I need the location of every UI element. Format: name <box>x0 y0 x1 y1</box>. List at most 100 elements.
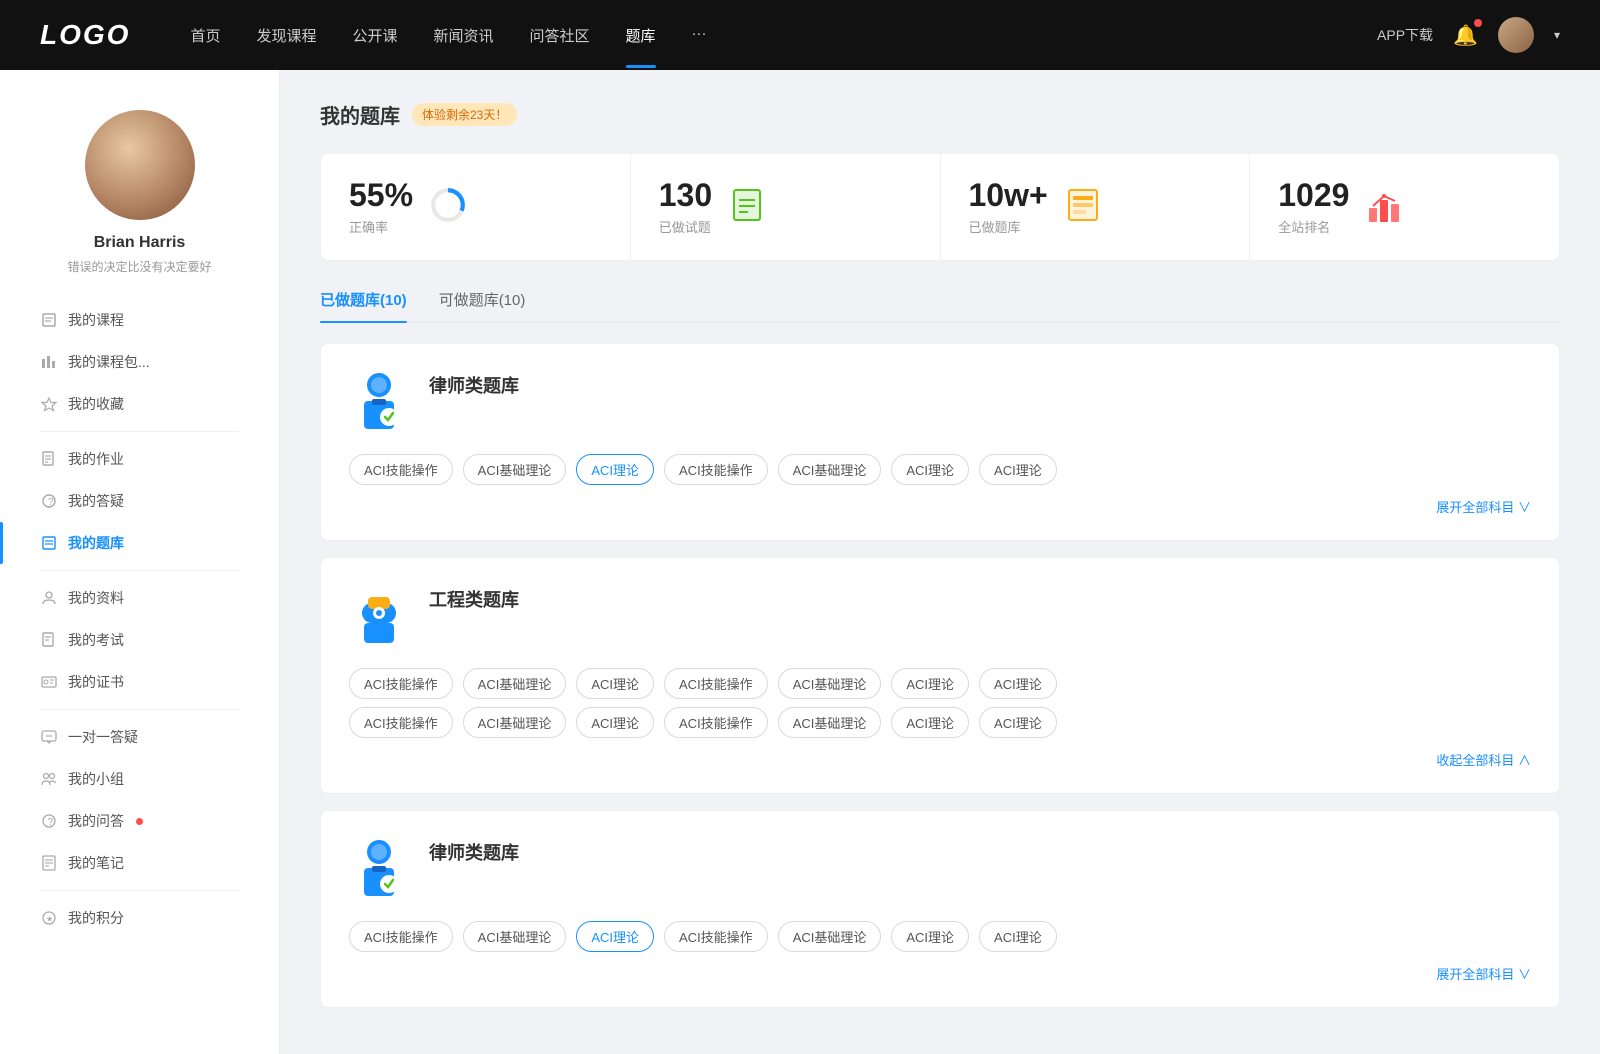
user-avatar-nav[interactable] <box>1498 17 1534 53</box>
sidebar-item-my-group[interactable]: 我的小组 <box>20 758 259 800</box>
tag[interactable]: ACI基础理论 <box>463 921 567 952</box>
nav-qbank[interactable]: 题库 <box>626 25 656 46</box>
sidebar-item-my-courses[interactable]: 我的课程 <box>20 299 259 341</box>
tag[interactable]: ACI技能操作 <box>664 921 768 952</box>
questions-red-dot <box>136 818 143 825</box>
tag[interactable]: ACI基础理论 <box>778 454 882 485</box>
sidebar-label: 我的小组 <box>68 769 124 789</box>
tag[interactable]: ACI理论 <box>891 668 969 699</box>
sidebar-item-my-qbank[interactable]: 我的题库 <box>20 522 259 564</box>
sidebar-item-my-questions[interactable]: ? 我的问答 <box>20 800 259 842</box>
sidebar-item-my-packages[interactable]: 我的课程包... <box>20 341 259 383</box>
sidebar-item-my-favorites[interactable]: 我的收藏 <box>20 383 259 425</box>
tag[interactable]: ACI理论 <box>979 707 1057 738</box>
stat-ranking: 1029 全站排名 <box>1250 154 1559 260</box>
page-body: Brian Harris 错误的决定比没有决定要好 我的课程 我的课程包... … <box>0 70 1600 1054</box>
tag[interactable]: ACI理论 <box>979 668 1057 699</box>
tag[interactable]: ACI技能操作 <box>349 668 453 699</box>
tag[interactable]: ACI技能操作 <box>349 921 453 952</box>
tags-row-lawyer2: ACI技能操作 ACI基础理论 ACI理论 ACI技能操作 ACI基础理论 AC… <box>349 921 1531 952</box>
qbank-header: 律师类题库 <box>349 368 1531 438</box>
qbank-title: 律师类题库 <box>429 835 519 865</box>
sidebar-label: 我的答疑 <box>68 491 124 511</box>
tab-done-banks[interactable]: 已做题库(10) <box>320 289 407 322</box>
collapse-link-engineer1[interactable]: 收起全部科目 ∧ <box>349 746 1531 769</box>
tag[interactable]: ACI理论 <box>891 454 969 485</box>
tag[interactable]: ACI技能操作 <box>664 668 768 699</box>
nav-discover[interactable]: 发现课程 <box>256 25 316 46</box>
sidebar-item-my-homework[interactable]: 我的作业 <box>20 438 259 480</box>
tag[interactable]: ACI基础理论 <box>778 707 882 738</box>
tag[interactable]: ACI理论 <box>979 454 1057 485</box>
sidebar-item-one-on-one[interactable]: 一对一答疑 <box>20 716 259 758</box>
stat-banks: 10w+ 已做题库 <box>941 154 1251 260</box>
sidebar: Brian Harris 错误的决定比没有决定要好 我的课程 我的课程包... … <box>0 70 280 1054</box>
stat-ranking-value: 1029 <box>1278 178 1349 213</box>
avatar-image <box>1498 17 1534 53</box>
nav-news[interactable]: 新闻资讯 <box>434 25 494 46</box>
sidebar-item-my-exam[interactable]: 我的考试 <box>20 619 259 661</box>
tag[interactable]: ACI理论 <box>576 707 654 738</box>
notification-bell[interactable]: 🔔 <box>1453 23 1478 48</box>
sidebar-label: 我的考试 <box>68 630 124 650</box>
avatar-image <box>85 110 195 220</box>
qbank-info: 律师类题库 <box>429 368 519 398</box>
tag[interactable]: ACI技能操作 <box>664 707 768 738</box>
questions-icon: ? <box>40 812 58 830</box>
group-icon <box>40 770 58 788</box>
sidebar-item-my-points[interactable]: ★ 我的积分 <box>20 897 259 939</box>
expand-link-lawyer1[interactable]: 展开全部科目 ∨ <box>349 493 1531 516</box>
stat-questions-label: 已做试题 <box>659 217 712 236</box>
tag[interactable]: ACI基础理论 <box>778 668 882 699</box>
stat-banks-value: 10w+ <box>969 178 1048 213</box>
tag-active[interactable]: ACI理论 <box>576 921 654 952</box>
sidebar-label: 我的课程包... <box>68 352 150 372</box>
tags-row-engineer1-row1: ACI技能操作 ACI基础理论 ACI理论 ACI技能操作 ACI基础理论 AC… <box>349 668 1531 699</box>
sidebar-item-my-notes[interactable]: 我的笔记 <box>20 842 259 884</box>
tags-row-engineer1-row2: ACI技能操作 ACI基础理论 ACI理论 ACI技能操作 ACI基础理论 AC… <box>349 707 1531 738</box>
qbank-title: 律师类题库 <box>429 368 519 398</box>
svg-text:?: ? <box>48 497 54 508</box>
profile-motto: 错误的决定比没有决定要好 <box>67 258 211 275</box>
stat-ranking-label: 全站排名 <box>1278 217 1349 236</box>
packages-icon <box>40 353 58 371</box>
nav-qa[interactable]: 问答社区 <box>530 25 590 46</box>
stat-accuracy-value: 55% <box>349 178 413 213</box>
tag[interactable]: ACI基础理论 <box>463 454 567 485</box>
accuracy-icon <box>429 186 467 229</box>
courses-icon <box>40 311 58 329</box>
stat-questions-value: 130 <box>659 178 712 213</box>
tag[interactable]: ACI技能操作 <box>349 454 453 485</box>
tag[interactable]: ACI理论 <box>576 668 654 699</box>
sidebar-item-my-cert[interactable]: 我的证书 <box>20 661 259 703</box>
tag-active[interactable]: ACI理论 <box>576 454 654 485</box>
one-on-one-icon <box>40 728 58 746</box>
nav-open-course[interactable]: 公开课 <box>352 25 397 46</box>
app-download-link[interactable]: APP下载 <box>1377 25 1433 45</box>
user-dropdown-arrow[interactable]: ▾ <box>1554 28 1560 42</box>
svg-text:?: ? <box>48 817 54 828</box>
qbank-icon <box>40 534 58 552</box>
sidebar-item-my-qa[interactable]: ? 我的答疑 <box>20 480 259 522</box>
tag[interactable]: ACI理论 <box>979 921 1057 952</box>
qbank-card-lawyer1: 律师类题库 ACI技能操作 ACI基础理论 ACI理论 ACI技能操作 ACI基… <box>320 343 1560 541</box>
tag[interactable]: ACI技能操作 <box>349 707 453 738</box>
expand-link-lawyer2[interactable]: 展开全部科目 ∨ <box>349 960 1531 983</box>
trial-badge: 体验剩余23天！ <box>412 103 517 126</box>
nav-home[interactable]: 首页 <box>190 25 220 46</box>
nav-more[interactable]: ··· <box>692 25 707 46</box>
tag[interactable]: ACI基础理论 <box>463 707 567 738</box>
tag[interactable]: ACI基础理论 <box>463 668 567 699</box>
sidebar-label: 我的作业 <box>68 449 124 469</box>
main-content: 我的题库 体验剩余23天！ 55% 正确率 <box>280 70 1600 1054</box>
tag[interactable]: ACI基础理论 <box>778 921 882 952</box>
ranking-icon <box>1365 186 1403 229</box>
tag[interactable]: ACI理论 <box>891 921 969 952</box>
questions-done-icon <box>728 186 766 229</box>
tag[interactable]: ACI技能操作 <box>664 454 768 485</box>
tab-available-banks[interactable]: 可做题库(10) <box>439 289 526 322</box>
tag[interactable]: ACI理论 <box>891 707 969 738</box>
tags-row-lawyer1: ACI技能操作 ACI基础理论 ACI理论 ACI技能操作 ACI基础理论 AC… <box>349 454 1531 485</box>
sidebar-item-my-profile[interactable]: 我的资料 <box>20 577 259 619</box>
profile-name: Brian Harris <box>94 234 186 252</box>
